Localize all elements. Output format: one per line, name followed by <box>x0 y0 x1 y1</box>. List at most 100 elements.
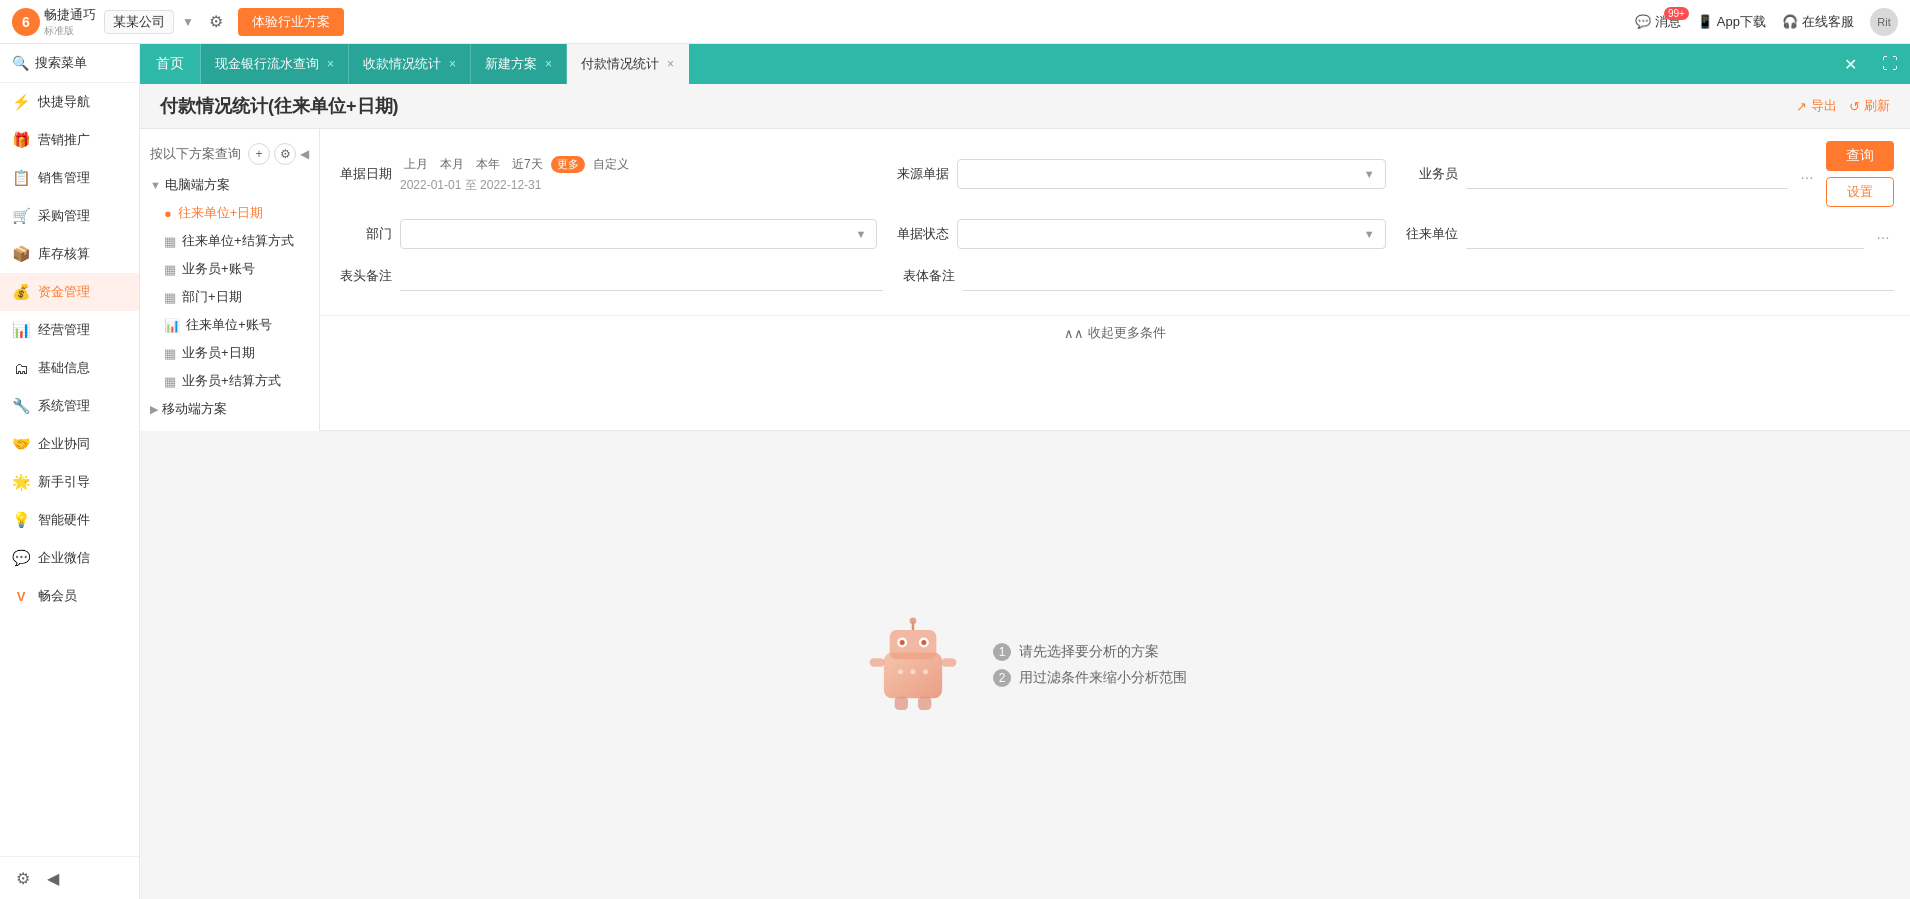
settings-icon[interactable]: ⚙ <box>202 8 230 36</box>
filter-settings-button[interactable]: 设置 <box>1826 177 1894 207</box>
quick-nav-icon: ⚡ <box>12 93 30 111</box>
filter-dept-select[interactable]: ▼ <box>400 219 877 249</box>
svg-rect-9 <box>941 658 956 666</box>
search-menu-label: 搜索菜单 <box>35 54 87 72</box>
tab-home[interactable]: 首页 <box>140 44 201 84</box>
scheme-group-mobile-header[interactable]: ▶ 移动端方案 <box>140 395 319 423</box>
collapse-conditions-button[interactable]: ∧∧ 收起更多条件 <box>320 315 1910 350</box>
sidebar-item-marketing[interactable]: 🎁 营销推广 <box>0 121 139 159</box>
sidebar-item-basic[interactable]: 🗂 基础信息 <box>0 349 139 387</box>
tab-payment-close-icon[interactable]: × <box>667 57 674 71</box>
tab-new-scheme[interactable]: 新建方案 × <box>471 44 567 84</box>
online-service-button[interactable]: 🎧 在线客服 <box>1782 13 1854 31</box>
sidebar-item-business[interactable]: 📊 经营管理 <box>0 311 139 349</box>
sidebar-item-guide[interactable]: 🌟 新手引导 <box>0 463 139 501</box>
tab-new-scheme-label: 新建方案 <box>485 55 537 73</box>
industry-button[interactable]: 体验行业方案 <box>238 8 344 36</box>
empty-tip-2: 2 用过滤条件来缩小分析范围 <box>993 669 1187 687</box>
query-button[interactable]: 查询 <box>1826 141 1894 171</box>
svg-rect-10 <box>895 697 908 710</box>
tab-bar: 首页 现金银行流水查询 × 收款情况统计 × 新建方案 × 付款情况统计 × ✕… <box>140 44 1910 84</box>
date-btn-this-year[interactable]: 本年 <box>472 154 504 175</box>
scheme-collapse-button[interactable]: ◀ <box>300 147 309 161</box>
scheme-item-unit-settle-icon: ▦ <box>164 234 176 249</box>
sidebar-item-sales[interactable]: 📋 销售管理 <box>0 159 139 197</box>
filter-form: 单据日期 上月 本月 本年 近7天 更多 自定义 20 <box>320 129 1910 315</box>
svg-rect-11 <box>918 697 931 710</box>
filter-related-input[interactable] <box>1466 219 1864 249</box>
tab-payment[interactable]: 付款情况统计 × <box>567 44 689 84</box>
scheme-item-staff-account[interactable]: ▦ 业务员+账号 <box>140 255 319 283</box>
date-btn-custom[interactable]: 自定义 <box>589 154 633 175</box>
filter-staff-input[interactable] <box>1466 159 1788 189</box>
svg-point-14 <box>923 669 928 674</box>
sidebar-item-enterprise[interactable]: 🤝 企业协同 <box>0 425 139 463</box>
filter-bill-status-select[interactable]: ▼ <box>957 219 1385 249</box>
export-button[interactable]: ↗ 导出 <box>1796 97 1837 115</box>
filter-field-note1: 表头备注 <box>336 261 883 291</box>
sidebar-item-finance[interactable]: 💰 资金管理 <box>0 273 139 311</box>
scheme-item-staff-settle[interactable]: ▦ 业务员+结算方式 <box>140 367 319 395</box>
filter-staff-more-icon[interactable]: … <box>1796 166 1818 182</box>
date-btn-last-month[interactable]: 上月 <box>400 154 432 175</box>
sidebar-item-system[interactable]: 🔧 系统管理 <box>0 387 139 425</box>
messages-button[interactable]: 💬 消息 99+ <box>1635 13 1681 31</box>
filter-note2-input[interactable] <box>963 261 1894 291</box>
filter-field-note2: 表体备注 <box>899 261 1894 291</box>
scheme-item-unit-settle[interactable]: ▦ 往来单位+结算方式 <box>140 227 319 255</box>
filter-note1-input[interactable] <box>400 261 883 291</box>
scheme-item-dept-date-label: 部门+日期 <box>182 288 242 306</box>
sidebar-settings-icon[interactable]: ⚙ <box>12 867 34 889</box>
scheme-item-staff-date-icon: ▦ <box>164 346 176 361</box>
sidebar-item-hardware[interactable]: 💡 智能硬件 <box>0 501 139 539</box>
scheme-item-dept-date[interactable]: ▦ 部门+日期 <box>140 283 319 311</box>
scheme-item-unit-date[interactable]: ● 往来单位+日期 <box>140 199 319 227</box>
svg-point-13 <box>911 669 916 674</box>
scheme-settings-button[interactable]: ⚙ <box>274 143 296 165</box>
marketing-icon: 🎁 <box>12 131 30 149</box>
scheme-add-button[interactable]: + <box>248 143 270 165</box>
sidebar-item-inventory[interactable]: 📦 库存核算 <box>0 235 139 273</box>
tab-receipt-close-icon[interactable]: × <box>449 57 456 71</box>
scheme-group-desktop-header[interactable]: ▼ 电脑端方案 <box>140 171 319 199</box>
sidebar-label-system: 系统管理 <box>38 397 90 415</box>
top-bar: 6 畅捷通巧 标准版 某某公司 ▼ ⚙ 体验行业方案 💬 消息 99+ 📱 Ap… <box>0 0 1910 44</box>
filter-field-staff: 业务员 … 查询 设置 <box>1402 141 1894 207</box>
tab-bank[interactable]: 现金银行流水查询 × <box>201 44 349 84</box>
sidebar-item-wechat[interactable]: 💬 企业微信 <box>0 539 139 577</box>
filter-bill-status-arrow-icon: ▼ <box>1364 228 1375 240</box>
date-btn-this-month[interactable]: 本月 <box>436 154 468 175</box>
sidebar-item-member[interactable]: V 畅会员 <box>0 577 139 615</box>
scheme-group-desktop-label: 电脑端方案 <box>165 176 230 194</box>
date-btn-more[interactable]: 更多 <box>551 156 585 173</box>
company-selector[interactable]: 某某公司 <box>104 10 174 34</box>
tab-bank-close-icon[interactable]: × <box>327 57 334 71</box>
sidebar-collapse-icon[interactable]: ◀ <box>42 867 64 889</box>
tab-receipt[interactable]: 收款情况统计 × <box>349 44 471 84</box>
service-icon: 🎧 <box>1782 14 1798 29</box>
purchase-icon: 🛒 <box>12 207 30 225</box>
search-menu-button[interactable]: 🔍 搜索菜单 <box>0 44 139 83</box>
app-download-button[interactable]: 📱 App下载 <box>1697 13 1766 31</box>
refresh-label: 刷新 <box>1864 97 1890 115</box>
filter-source-select[interactable]: ▼ <box>957 159 1385 189</box>
filter-date-group: 上月 本月 本年 近7天 更多 自定义 2022-01-01 至 2022-12… <box>400 154 633 194</box>
sidebar-label-basic: 基础信息 <box>38 359 90 377</box>
sidebar-label-enterprise: 企业协同 <box>38 435 90 453</box>
avatar[interactable]: Rit <box>1870 8 1898 36</box>
filter-date-buttons: 上月 本月 本年 近7天 更多 自定义 <box>400 154 633 175</box>
sidebar-item-quick-nav[interactable]: ⚡ 快捷导航 <box>0 83 139 121</box>
date-btn-7days[interactable]: 近7天 <box>508 154 547 175</box>
filter-related-more-icon[interactable]: … <box>1872 226 1894 242</box>
tab-fullscreen-icon[interactable]: ⛶ <box>1870 44 1910 84</box>
message-icon: 💬 <box>1635 14 1651 29</box>
refresh-button[interactable]: ↺ 刷新 <box>1849 97 1890 115</box>
filter-note2-label: 表体备注 <box>899 267 955 285</box>
empty-tip-2-text: 用过滤条件来缩小分析范围 <box>1019 669 1187 687</box>
company-chevron-icon[interactable]: ▼ <box>182 15 194 29</box>
scheme-item-staff-date[interactable]: ▦ 业务员+日期 <box>140 339 319 367</box>
scheme-item-unit-account[interactable]: 📊 往来单位+账号 <box>140 311 319 339</box>
tab-new-scheme-close-icon[interactable]: × <box>545 57 552 71</box>
sidebar-item-purchase[interactable]: 🛒 采购管理 <box>0 197 139 235</box>
tab-close-all-icon[interactable]: ✕ <box>1830 44 1870 84</box>
